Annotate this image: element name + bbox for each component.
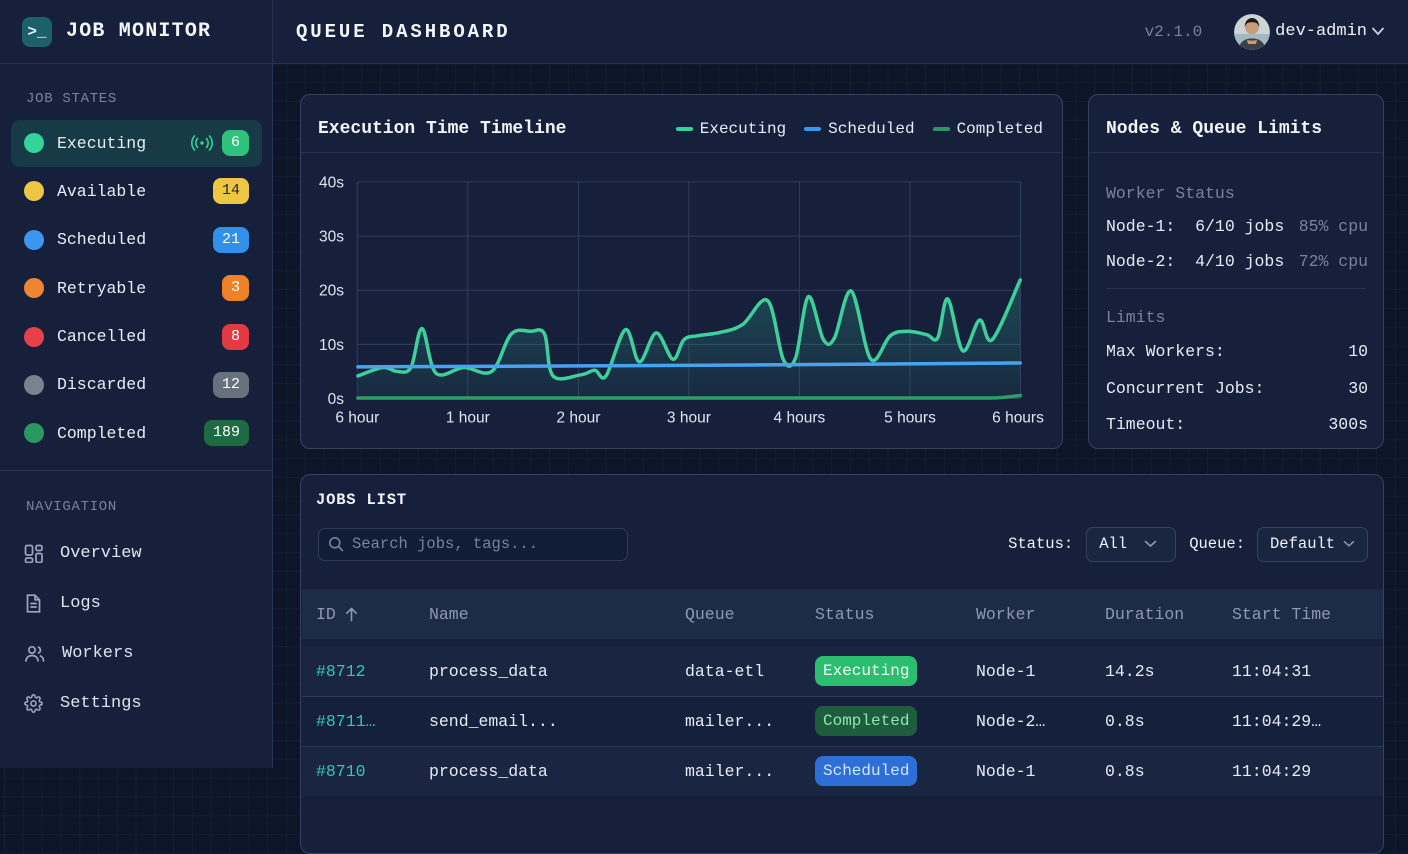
svg-text:3 hour: 3 hour (667, 410, 711, 427)
svg-text:40s: 40s (319, 174, 344, 191)
svg-text:30s: 30s (319, 229, 344, 246)
svg-text:0s: 0s (328, 391, 345, 408)
svg-text:4 hours: 4 hours (774, 410, 826, 427)
svg-text:2 hour: 2 hour (556, 410, 600, 427)
svg-text:5 hours: 5 hours (884, 410, 936, 427)
svg-text:6 hours: 6 hours (992, 410, 1044, 427)
svg-text:1 hour: 1 hour (446, 410, 490, 427)
svg-text:6 hour: 6 hour (335, 410, 379, 427)
svg-text:10s: 10s (319, 337, 344, 354)
svg-text:20s: 20s (319, 283, 344, 300)
